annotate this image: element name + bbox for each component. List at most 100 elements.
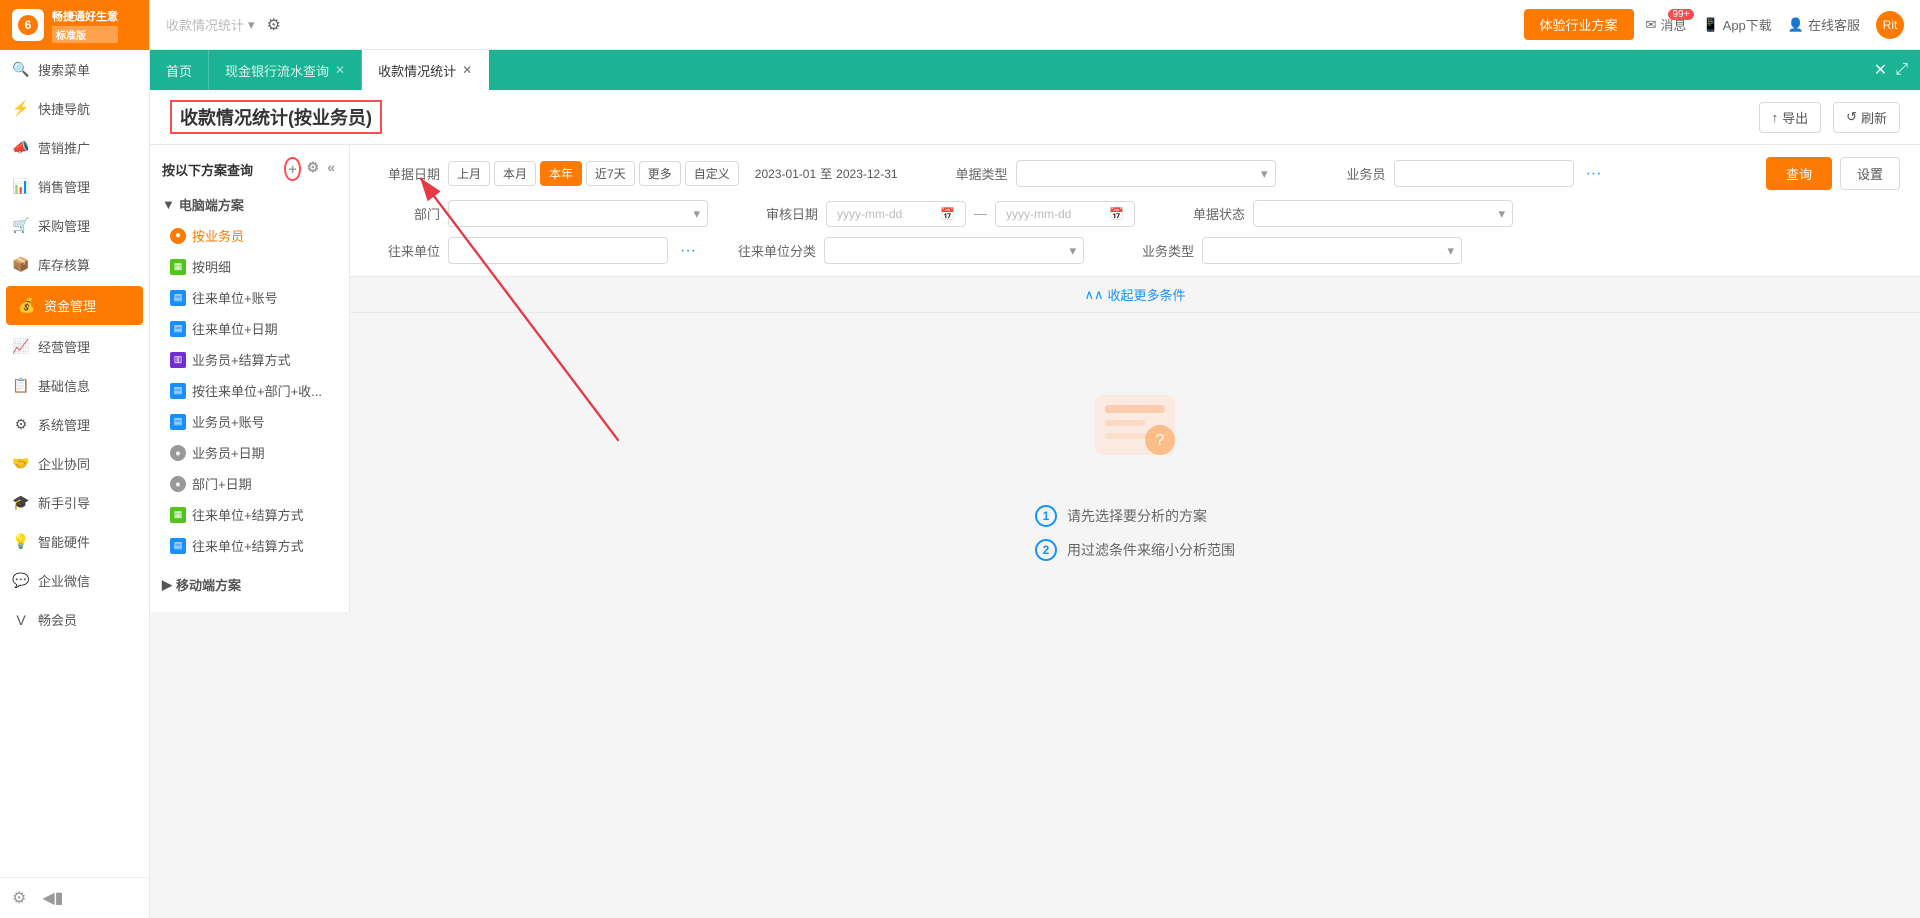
filter-dept-select[interactable]: [448, 200, 708, 227]
breadcrumb-dropdown-icon[interactable]: ▾: [248, 17, 255, 33]
tab-home[interactable]: 首页: [150, 50, 209, 90]
tree-item-partner-account[interactable]: ▤ 往来单位+账号: [150, 282, 349, 313]
guide-icon: 🎓: [12, 494, 30, 512]
empty-steps: 1 请先选择要分析的方案 2 用过滤条件来缩小分析范围: [1035, 505, 1235, 561]
tree-item-label: 按往来单位+部门+收...: [192, 381, 322, 400]
sidebar-item-label: 快捷导航: [38, 99, 90, 118]
online-service-icon: 👤: [1788, 17, 1804, 33]
sidebar-item-purchase[interactable]: 🛒 采购管理: [0, 206, 149, 245]
online-service-item[interactable]: 👤 在线客服: [1788, 15, 1860, 34]
sidebar-item-base-info[interactable]: 📋 基础信息: [0, 366, 149, 405]
settings-btn[interactable]: 设置: [1840, 157, 1900, 190]
sidebar-item-marketing[interactable]: 📣 营销推广: [0, 128, 149, 167]
filter-staff-input[interactable]: [1394, 160, 1574, 187]
filter-partner-input[interactable]: [448, 237, 668, 264]
sidebar-item-system[interactable]: ⚙ 系统管理: [0, 405, 149, 444]
collapse-btn[interactable]: ∧∧ 收起更多条件: [1084, 285, 1185, 304]
tree-item-partner-settle1[interactable]: ▦ 往来单位+结算方式: [150, 499, 349, 530]
close-all-icon[interactable]: ✕: [1874, 60, 1887, 80]
partner-more-dots[interactable]: ···: [680, 242, 696, 260]
filter-partner-category-wrap: [824, 237, 1084, 264]
sidebar-item-hardware[interactable]: 💡 智能硬件: [0, 522, 149, 561]
messages-item[interactable]: ✉ 消息 99+: [1646, 15, 1687, 34]
app-download-item[interactable]: 📱 App下载: [1702, 15, 1771, 34]
date-tab-more[interactable]: 更多: [639, 161, 681, 186]
tree-item-label: 按业务员: [192, 226, 244, 245]
sidebar-item-quicknav[interactable]: ⚡ 快捷导航: [0, 89, 149, 128]
date-tab-custom[interactable]: 自定义: [685, 161, 739, 186]
date-tab-7days[interactable]: 近7天: [586, 161, 635, 186]
tree-item-label: 往来单位+结算方式: [192, 505, 304, 524]
date-tab-this-year[interactable]: 本年: [540, 161, 582, 186]
filter-staff-item: 业务员 ···: [1316, 160, 1602, 187]
sidebar-item-label: 营销推广: [38, 138, 90, 157]
tree-item-partner-date[interactable]: ▤ 往来单位+日期: [150, 313, 349, 344]
tab-collections-close[interactable]: ✕: [462, 63, 472, 77]
page-header: 收款情况统计(按业务员) ↑ 导出 ↺ 刷新: [150, 90, 1920, 145]
filter-review-date-item: 审核日期 yyyy-mm-dd 📅 — yyyy-mm-dd 📅: [748, 201, 1135, 227]
sidebar-item-finance[interactable]: 💰 资金管理: [6, 286, 143, 325]
tree-group-mobile[interactable]: ▶ 移动端方案: [150, 569, 349, 600]
online-service-label: 在线客服: [1808, 15, 1860, 34]
staff-more-dots[interactable]: ···: [1586, 165, 1602, 183]
date-tab-this-month[interactable]: 本月: [494, 161, 536, 186]
filter-partner-category-select[interactable]: [824, 237, 1084, 264]
tree-group-label: 电脑端方案: [179, 195, 244, 214]
panel-collapse-icon[interactable]: «: [325, 157, 337, 181]
query-btn[interactable]: 查询: [1766, 157, 1832, 190]
tree-group-mobile-arrow: ▶: [162, 577, 172, 593]
sidebar-item-label: 销售管理: [38, 177, 90, 196]
filter-voucher-status-label: 单据状态: [1175, 204, 1245, 223]
tab-cashflow-close[interactable]: ✕: [335, 63, 345, 77]
tree-item-partner-dept-recv[interactable]: ▤ 按往来单位+部门+收...: [150, 375, 349, 406]
filter-voucher-type-select[interactable]: [1016, 160, 1276, 187]
tree-icon-circle2: ●: [170, 445, 186, 461]
tree-item-staff-account[interactable]: ▤ 业务员+账号: [150, 406, 349, 437]
review-date-end[interactable]: yyyy-mm-dd 📅: [995, 201, 1135, 227]
sidebar-item-weixin[interactable]: 💬 企业微信: [0, 561, 149, 600]
sidebar-item-guide[interactable]: 🎓 新手引导: [0, 483, 149, 522]
filter-actions: 查询 设置: [1766, 157, 1900, 190]
tree-item-staff-settle[interactable]: ▥ 业务员+结算方式: [150, 344, 349, 375]
export-btn[interactable]: ↑ 导出: [1759, 102, 1822, 133]
topbar-gear-icon[interactable]: ⚙: [267, 15, 281, 35]
export-icon: ↑: [1772, 110, 1779, 125]
review-date-start[interactable]: yyyy-mm-dd 📅: [826, 201, 966, 227]
inventory-icon: 📦: [12, 256, 30, 274]
sidebar-item-search[interactable]: 🔍 搜索菜单: [0, 50, 149, 89]
filter-voucher-status-select[interactable]: [1253, 200, 1513, 227]
tree-item-partner-settle2[interactable]: ▤ 往来单位+结算方式: [150, 530, 349, 561]
panel-settings-icon[interactable]: ⚙: [305, 157, 322, 181]
panel-add-icon[interactable]: +: [284, 157, 300, 181]
weixin-icon: 💬: [12, 572, 30, 590]
sidebar-item-member[interactable]: V 畅会员: [0, 600, 149, 639]
tree-item-detail[interactable]: ▦ 按明细: [150, 251, 349, 282]
filter-partner-item: 往来单位 ···: [370, 237, 696, 264]
filter-area: 单据日期 上月 本月 本年 近7天 更多 自定义: [350, 145, 1920, 277]
member-icon: V: [12, 611, 30, 629]
tab-collections[interactable]: 收款情况统计 ✕: [362, 50, 489, 90]
tree-icon-table5: ▤: [170, 538, 186, 554]
sidebar-item-sales[interactable]: 📊 销售管理: [0, 167, 149, 206]
panel-header: 按以下方案查询 + ⚙ «: [150, 157, 349, 189]
calendar-icon-end: 📅: [1109, 207, 1124, 221]
refresh-btn[interactable]: ↺ 刷新: [1833, 102, 1900, 133]
user-avatar[interactable]: Rit: [1876, 11, 1904, 39]
date-range-start: 2023-01-01: [755, 167, 816, 181]
tree-item-dept-date[interactable]: ● 部门+日期: [150, 468, 349, 499]
expand-icon[interactable]: ⤢: [1895, 61, 1908, 79]
empty-illustration: ?: [1075, 365, 1195, 485]
date-tab-last-month[interactable]: 上月: [448, 161, 490, 186]
sidebar-item-inventory[interactable]: 📦 库存核算: [0, 245, 149, 284]
tree-item-by-staff[interactable]: ● 按业务员: [150, 220, 349, 251]
tree-icon-table1: ▤: [170, 290, 186, 306]
trial-btn[interactable]: 体验行业方案: [1524, 9, 1634, 40]
tree-group-desktop[interactable]: ▼ 电脑端方案: [150, 189, 349, 220]
collapse-sidebar-icon[interactable]: ◀▮: [42, 888, 63, 908]
settings-bottom-icon[interactable]: ⚙: [12, 888, 26, 908]
sidebar-item-enterprise[interactable]: 🤝 企业协同: [0, 444, 149, 483]
tab-cashflow[interactable]: 现金银行流水查询 ✕: [209, 50, 362, 90]
tree-item-staff-date[interactable]: ● 业务员+日期: [150, 437, 349, 468]
sidebar-item-operations[interactable]: 📈 经营管理: [0, 327, 149, 366]
filter-biz-type-select[interactable]: [1202, 237, 1462, 264]
